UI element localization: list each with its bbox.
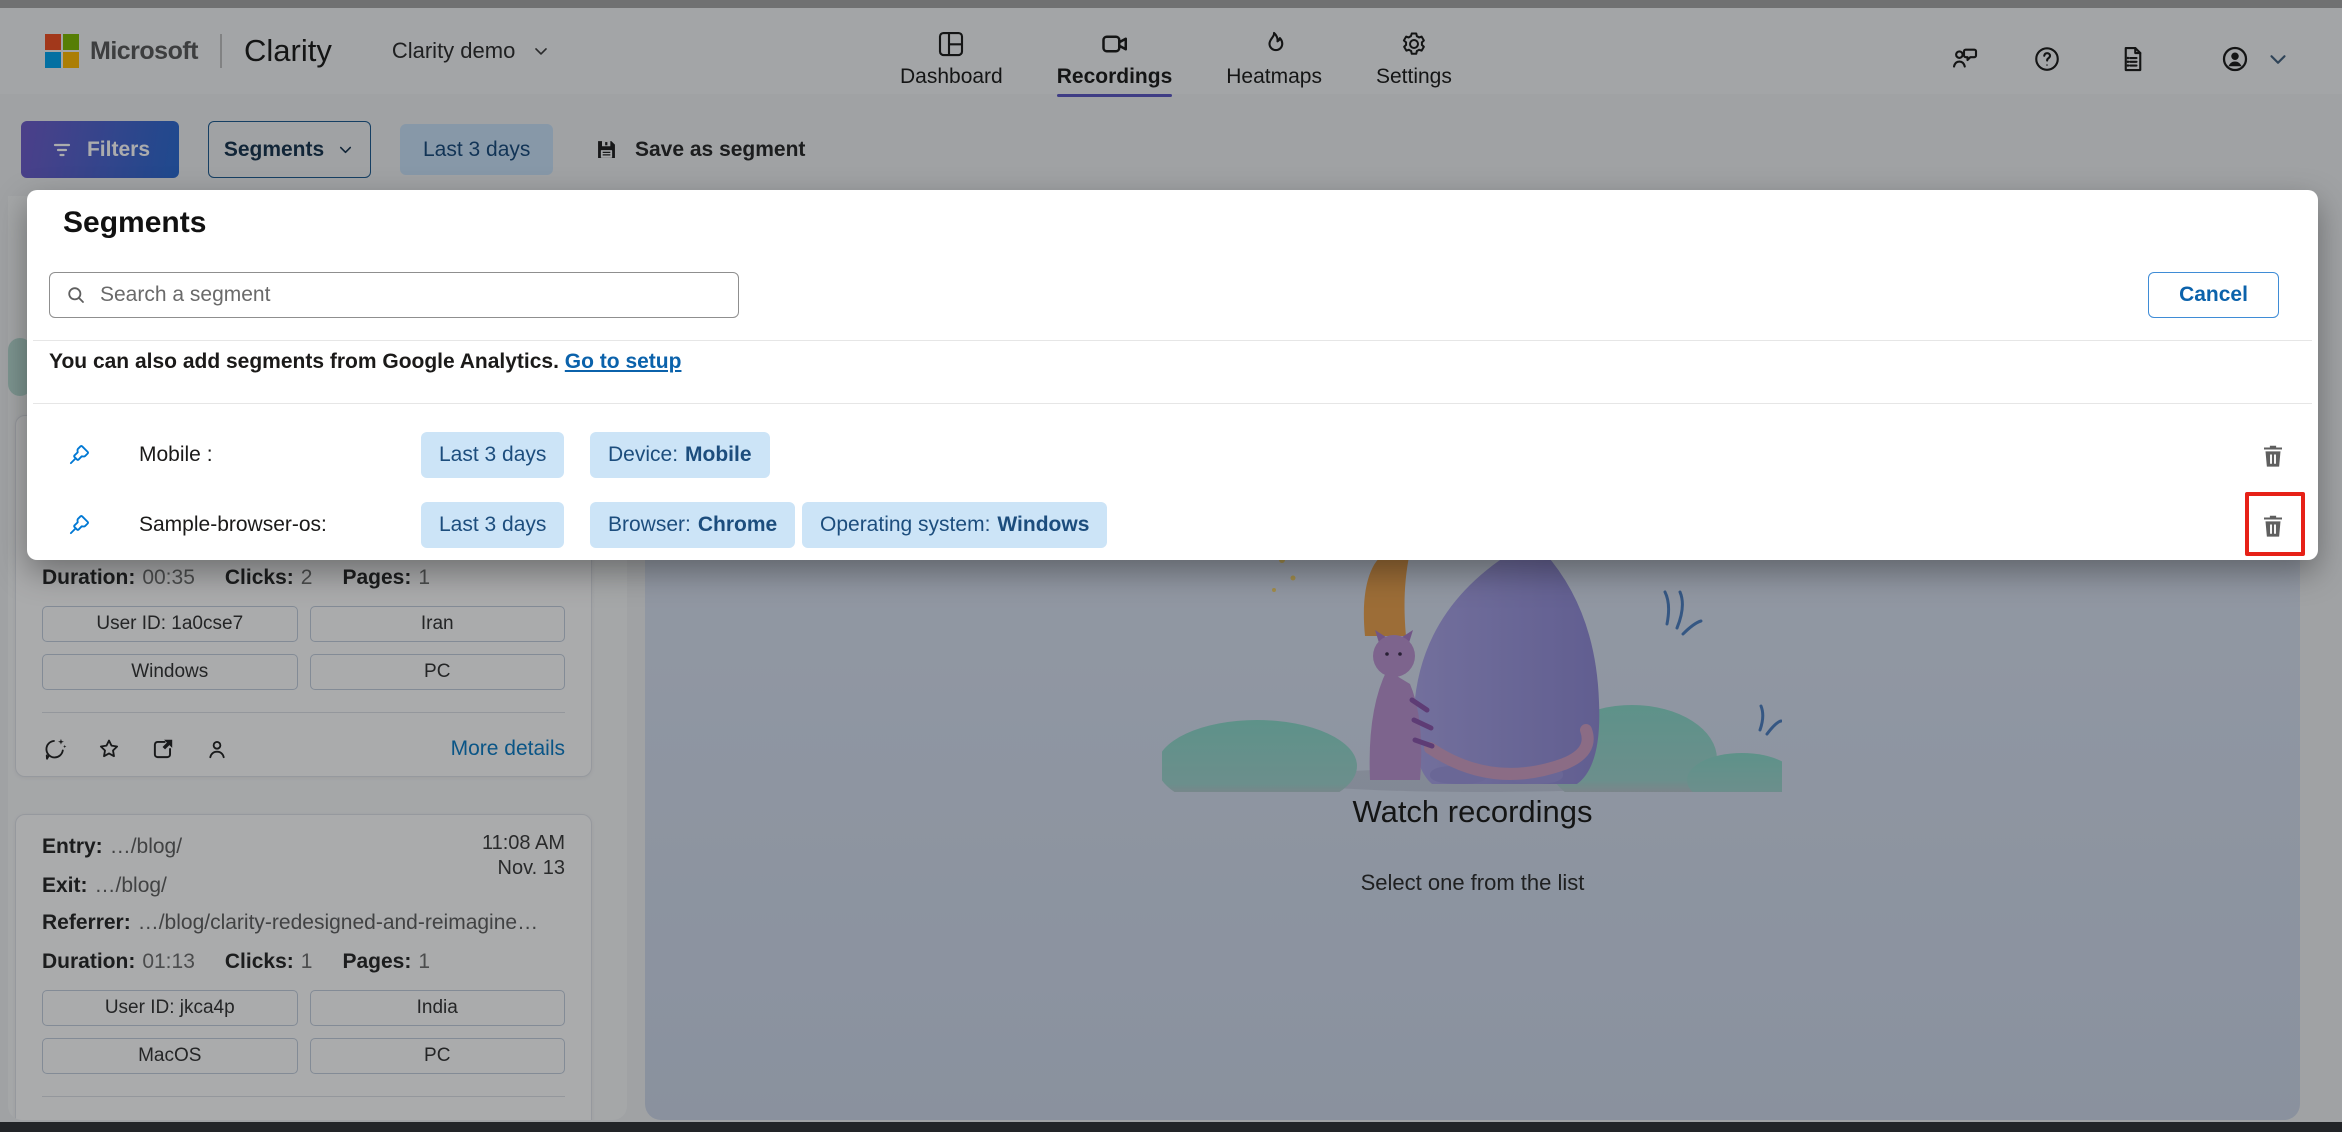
search-icon [68,287,84,303]
ga-message: You can also add segments from Google An… [49,350,681,374]
segment-chip-os: Operating system: Windows [802,502,1108,548]
clarity-recordings-screen: Microsoft Clarity Clarity demo Dashboard… [0,0,2342,1132]
annotation-highlight-box [2245,492,2305,556]
segment-search-box [49,272,739,318]
pin-icon[interactable] [66,512,92,538]
segment-search-input[interactable] [100,283,724,307]
segments-modal: Segments Cancel You can also add segment… [27,190,2318,560]
segment-row-mobile[interactable]: Mobile : Last 3 days Device: Mobile [27,432,2318,478]
segment-chip-date: Last 3 days [421,502,565,548]
go-to-setup-link[interactable]: Go to setup [565,350,682,373]
segment-chip-date: Last 3 days [421,432,565,478]
delete-segment-icon[interactable] [2258,441,2288,471]
segment-row-sample-browser-os[interactable]: Sample-browser-os: Last 3 days Browser: C… [27,502,2318,548]
segment-chip-browser: Browser: Chrome [590,502,796,548]
cancel-button[interactable]: Cancel [2148,272,2279,318]
modal-divider [33,403,2312,404]
pin-icon[interactable] [66,442,92,468]
modal-dim-overlay[interactable] [0,0,2342,1132]
segment-name: Mobile : [139,443,213,466]
ga-message-text: You can also add segments from Google An… [49,350,559,373]
segment-chip-device: Device: Mobile [590,432,770,478]
segment-name: Sample-browser-os: [139,513,327,536]
modal-divider [33,340,2312,341]
modal-title: Segments [63,206,207,239]
